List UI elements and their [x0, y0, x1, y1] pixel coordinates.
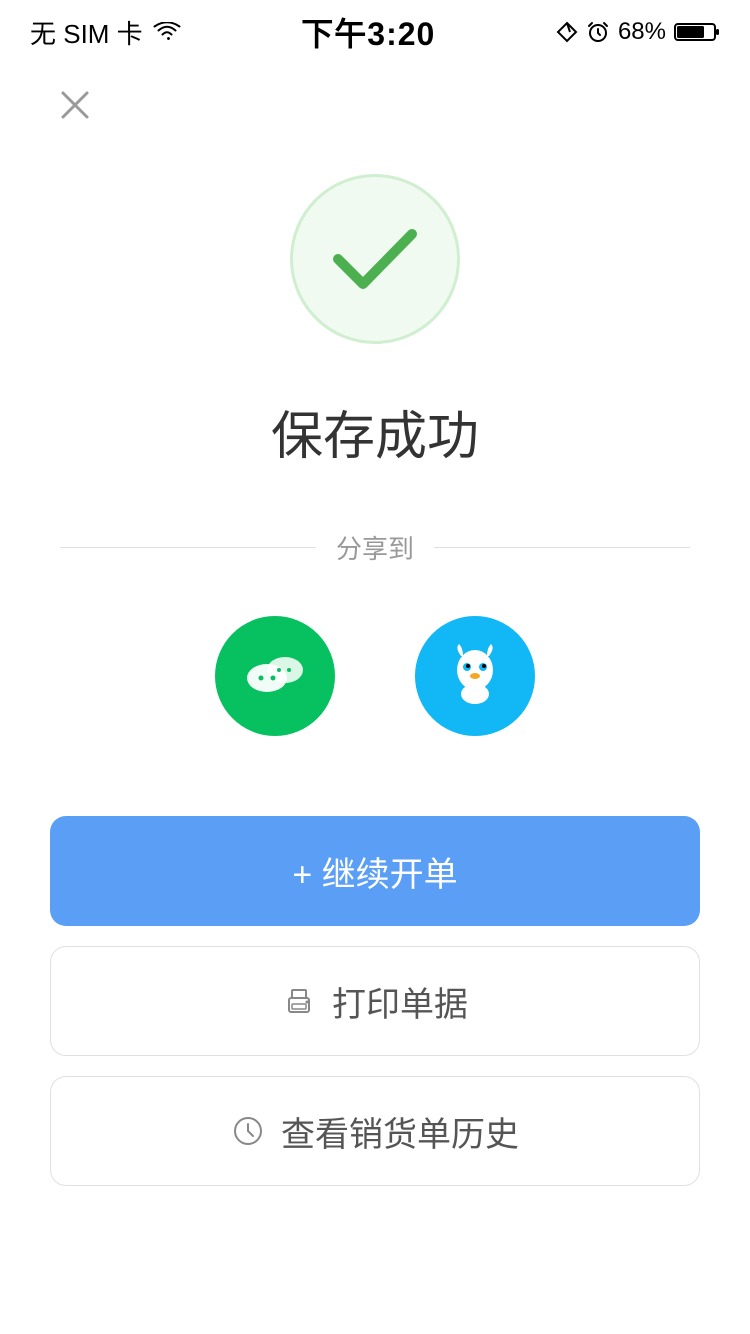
- share-icons: [215, 616, 535, 736]
- success-title: 保存成功: [271, 394, 479, 469]
- history-icon: [231, 1114, 265, 1148]
- print-button[interactable]: 打印单据: [50, 946, 700, 1056]
- qq-share-button[interactable]: [415, 616, 535, 736]
- status-right: 68%: [556, 18, 720, 46]
- share-divider: 分享到: [0, 529, 750, 566]
- wechat-share-button[interactable]: [215, 616, 335, 736]
- status-bar: 无 SIM 卡 下午3:20 68%: [0, 0, 750, 64]
- qq-logo-icon: [439, 640, 511, 712]
- divider-line-left: [60, 547, 316, 548]
- location-icon: [556, 21, 578, 43]
- printer-icon: [282, 984, 316, 1018]
- battery-percent: 68%: [618, 18, 666, 46]
- success-icon-circle: [290, 174, 460, 344]
- wifi-icon: [153, 22, 181, 42]
- share-label: 分享到: [316, 529, 434, 566]
- sim-label: 无 SIM 卡: [30, 14, 143, 51]
- checkmark-icon: [330, 224, 420, 294]
- close-button[interactable]: [50, 80, 100, 130]
- continue-button[interactable]: + 继续开单: [50, 816, 700, 926]
- history-label: 查看销货单历史: [281, 1107, 519, 1156]
- history-button[interactable]: 查看销货单历史: [50, 1076, 700, 1186]
- status-time: 下午3:20: [301, 9, 435, 55]
- wechat-logo-icon: [239, 640, 311, 712]
- alarm-icon: [586, 20, 610, 44]
- main-content: 保存成功 分享到: [0, 64, 750, 1186]
- battery-icon: [674, 20, 720, 44]
- divider-line-right: [434, 547, 690, 548]
- action-buttons: + 继续开单 打印单据 查看销货单历史: [0, 816, 750, 1186]
- print-label: 打印单据: [332, 977, 468, 1026]
- status-left: 无 SIM 卡: [30, 14, 181, 51]
